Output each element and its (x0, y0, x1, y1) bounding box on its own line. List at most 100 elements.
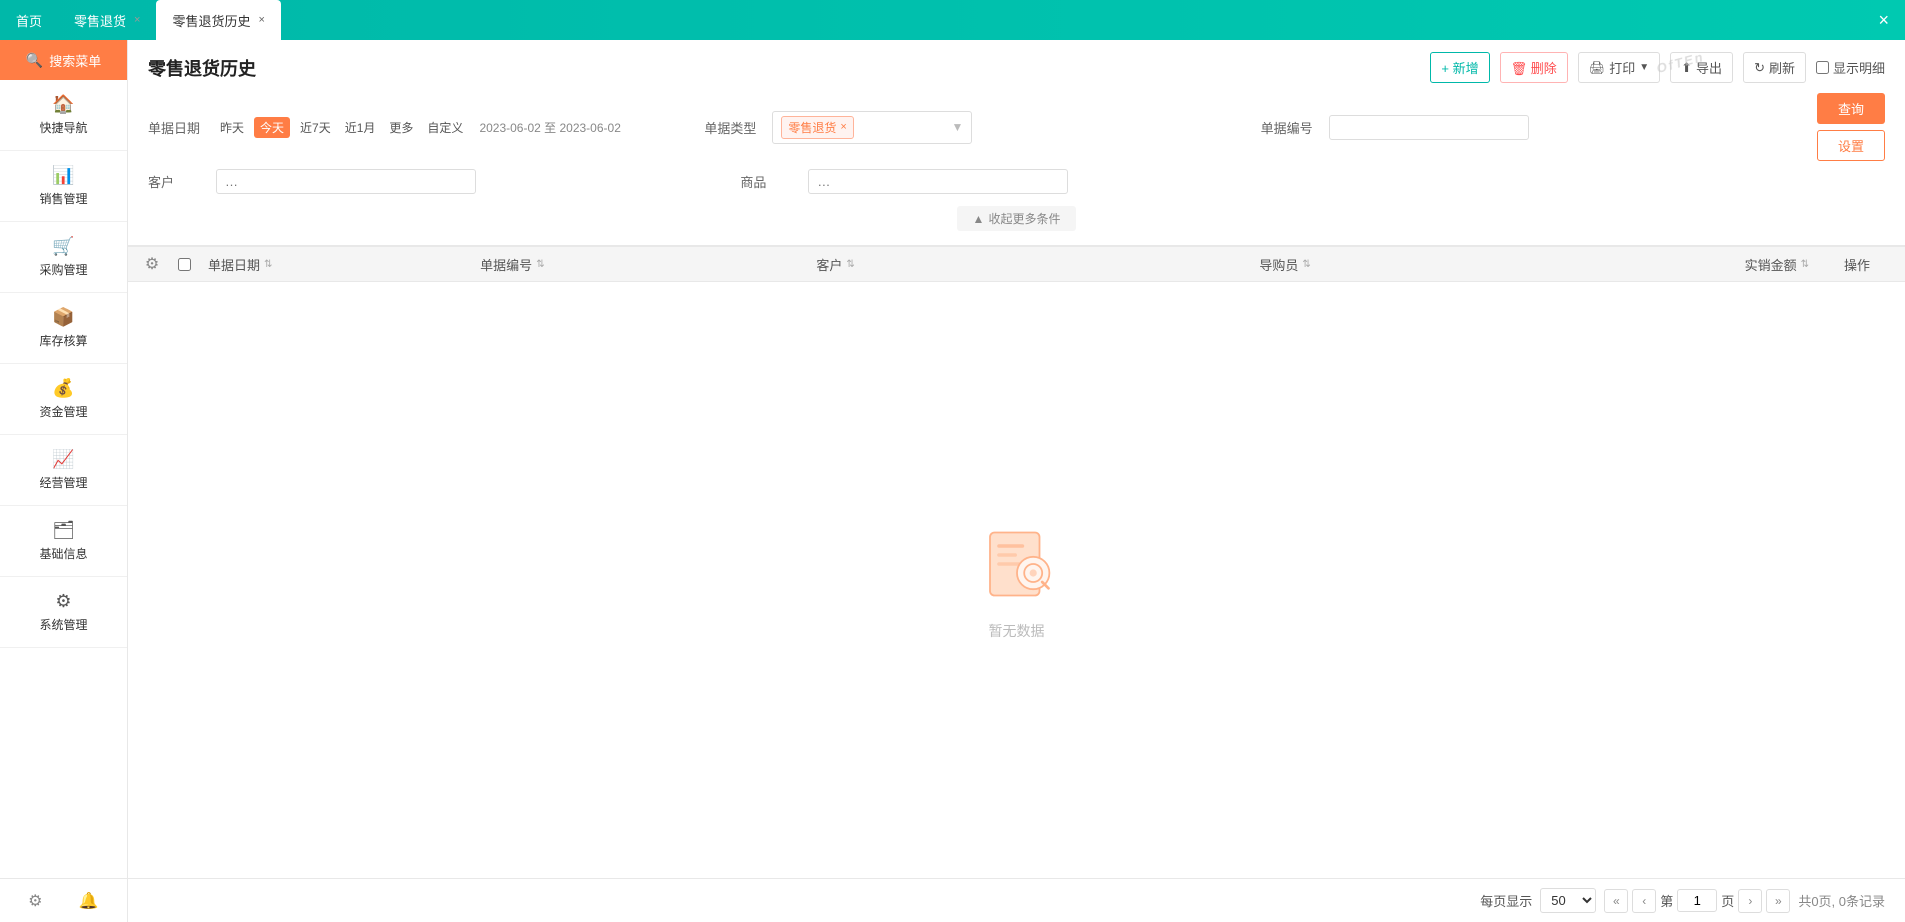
sidebar-item-system-mgmt[interactable]: ⚙ 系统管理 (0, 577, 127, 648)
date-range-display: 2023-06-02 至 2023-06-02 (479, 119, 620, 136)
delete-button[interactable]: 🗑 删除 (1500, 52, 1568, 83)
th-date-label: 单据日期 (208, 255, 260, 274)
date-option-yesterday[interactable]: 昨天 (216, 117, 248, 138)
customer-filter-input[interactable] (216, 169, 476, 194)
show-detail-label: 显示明细 (1833, 58, 1885, 77)
sidebar: 🔍 搜索菜单 🏠 快捷导航 📊 销售管理 🛒 采购管理 📦 库存核算 💰 资金管… (0, 40, 128, 922)
page-next-button[interactable]: › (1738, 889, 1762, 913)
pagination-bar: 每页显示 20 50 100 « ‹ 第 页 › » 共0页, 0条记录 (128, 878, 1905, 922)
sidebar-item-inventory[interactable]: 📦 库存核算 (0, 293, 127, 364)
th-code-sort-icon: ⇅ (536, 259, 544, 270)
finance-icon: 💰 (52, 378, 74, 399)
date-option-custom[interactable]: 自定义 (423, 117, 467, 138)
tab-retail-return[interactable]: 零售退货× (58, 0, 156, 40)
date-option-last1m[interactable]: 近1月 (341, 117, 380, 138)
new-button[interactable]: + 新增 (1430, 52, 1489, 83)
print-button[interactable]: 🖨 🖨 打印 打印 ▼ (1578, 52, 1660, 83)
top-bar: 首页零售退货×零售退货历史× × (0, 0, 1905, 40)
date-options: 昨天 今天 近7天 近1月 更多 自定义 (216, 117, 467, 138)
search-menu-label: 搜索菜单 (49, 51, 101, 70)
empty-state: 暂无数据 (128, 282, 1905, 878)
show-detail-checkbox[interactable]: 显示明细 (1816, 58, 1885, 77)
date-option-last7[interactable]: 近7天 (296, 117, 335, 138)
sales-mgmt-label: 销售管理 (39, 190, 87, 207)
show-detail-input[interactable] (1816, 61, 1829, 74)
print-icon: 🖨 (1589, 60, 1606, 76)
goods-filter-input[interactable] (808, 169, 1068, 194)
number-filter-label: 单据编号 (1261, 118, 1321, 137)
th-guide[interactable]: 导购员 ⇅ (1251, 255, 1587, 274)
th-code[interactable]: 单据编号 ⇅ (472, 255, 808, 274)
tab-retail-return-history[interactable]: 零售退货历史× (156, 0, 280, 40)
tab-close-retail-return-history[interactable]: × (258, 14, 264, 26)
system-mgmt-label: 系统管理 (39, 616, 87, 633)
th-date-sort-icon: ⇅ (264, 259, 272, 270)
export-button[interactable]: ⬆ 导出 (1670, 52, 1733, 83)
sidebar-item-sales-mgmt[interactable]: 📊 销售管理 (0, 151, 127, 222)
basic-info-icon: 🗂 (52, 520, 75, 541)
table-container: ⚙ 单据日期 ⇅ 单据编号 ⇅ 客户 ⇅ 导购员 ⇅ (128, 246, 1905, 922)
tab-home[interactable]: 首页 (0, 0, 58, 40)
page-suffix: 页 (1721, 891, 1734, 910)
page-size-select[interactable]: 20 50 100 (1540, 888, 1596, 913)
sidebar-item-quick-nav[interactable]: 🏠 快捷导航 (0, 80, 127, 151)
type-filter-tag: 零售退货 × (781, 116, 853, 139)
setting-button[interactable]: 设置 (1817, 130, 1885, 161)
collapse-label: 收起更多条件 (988, 210, 1060, 227)
window-close-button[interactable]: × (1878, 10, 1889, 31)
table-settings-icon[interactable]: ⚙ (136, 254, 168, 274)
goods-filter-label: 商品 (740, 172, 800, 191)
date-filter-label: 单据日期 (148, 118, 208, 137)
refresh-button[interactable]: ↻ 刷新 (1743, 52, 1806, 83)
sidebar-item-finance[interactable]: 💰 资金管理 (0, 364, 127, 435)
th-amount-label: 实销金额 (1745, 255, 1797, 274)
th-date[interactable]: 单据日期 ⇅ (200, 255, 472, 274)
finance-label: 资金管理 (39, 403, 87, 420)
th-action-label: 操作 (1844, 255, 1870, 274)
date-filter-group: 单据日期 昨天 今天 近7天 近1月 更多 自定义 2023-06-02 至 2… (148, 117, 684, 138)
sidebar-item-operation[interactable]: 📈 经营管理 (0, 435, 127, 506)
query-button[interactable]: 查询 (1817, 93, 1885, 124)
tab-close-retail-return[interactable]: × (134, 14, 140, 26)
collapse-icon: ▲ (973, 212, 985, 226)
empty-icon (972, 519, 1062, 609)
page-nav: « ‹ 第 页 › » (1604, 889, 1790, 913)
operation-label: 经营管理 (39, 474, 87, 491)
quick-nav-icon: 🏠 (52, 94, 74, 115)
volume-icon[interactable]: 🔔 (79, 891, 99, 911)
collapse-row: ▲ 收起更多条件 (148, 202, 1885, 235)
th-amount-sort-icon: ⇅ (1801, 259, 1809, 270)
page-first-button[interactable]: « (1604, 889, 1628, 913)
th-customer[interactable]: 客户 ⇅ (808, 255, 1251, 274)
page-info: 共0页, 0条记录 (1798, 891, 1885, 910)
system-mgmt-icon: ⚙ (55, 591, 71, 612)
sidebar-items: 🏠 快捷导航 📊 销售管理 🛒 采购管理 📦 库存核算 💰 资金管理 📈 经营管… (0, 80, 127, 878)
query-buttons: 查询 设置 (1817, 93, 1885, 161)
search-menu-button[interactable]: 🔍 搜索菜单 (0, 40, 127, 80)
table-select-all-checkbox[interactable] (168, 258, 200, 271)
page-input[interactable] (1677, 889, 1717, 912)
print-dropdown-icon: ▼ (1639, 62, 1649, 73)
settings-icon[interactable]: ⚙ (28, 891, 42, 911)
page-prev-button[interactable]: ‹ (1632, 889, 1656, 913)
tab-bar: 首页零售退货×零售退货历史× (0, 0, 1878, 40)
type-tag-close-button[interactable]: × (840, 121, 846, 133)
date-option-today[interactable]: 今天 (254, 117, 290, 138)
sidebar-item-basic-info[interactable]: 🗂 基础信息 (0, 506, 127, 577)
page-last-button[interactable]: » (1766, 889, 1790, 913)
customer-filter-label: 客户 (148, 172, 208, 191)
date-option-more[interactable]: 更多 (385, 117, 417, 138)
sidebar-item-purchase-mgmt[interactable]: 🛒 采购管理 (0, 222, 127, 293)
th-amount[interactable]: 实销金额 ⇅ (1588, 255, 1817, 274)
filter-row-1: 单据日期 昨天 今天 近7天 近1月 更多 自定义 2023-06-02 至 2… (148, 93, 1885, 161)
th-customer-sort-icon: ⇅ (846, 259, 854, 270)
table-header: ⚙ 单据日期 ⇅ 单据编号 ⇅ 客户 ⇅ 导购员 ⇅ (128, 246, 1905, 282)
th-code-label: 单据编号 (480, 255, 532, 274)
empty-text: 暂无数据 (989, 621, 1045, 641)
select-all-input[interactable] (178, 258, 191, 271)
purchase-mgmt-label: 采购管理 (39, 261, 87, 278)
type-filter-select[interactable]: 零售退货 × ▼ (772, 111, 972, 144)
number-filter-group: 单据编号 (1261, 115, 1797, 140)
number-filter-input[interactable] (1329, 115, 1529, 140)
collapse-button[interactable]: ▲ 收起更多条件 (957, 206, 1077, 231)
